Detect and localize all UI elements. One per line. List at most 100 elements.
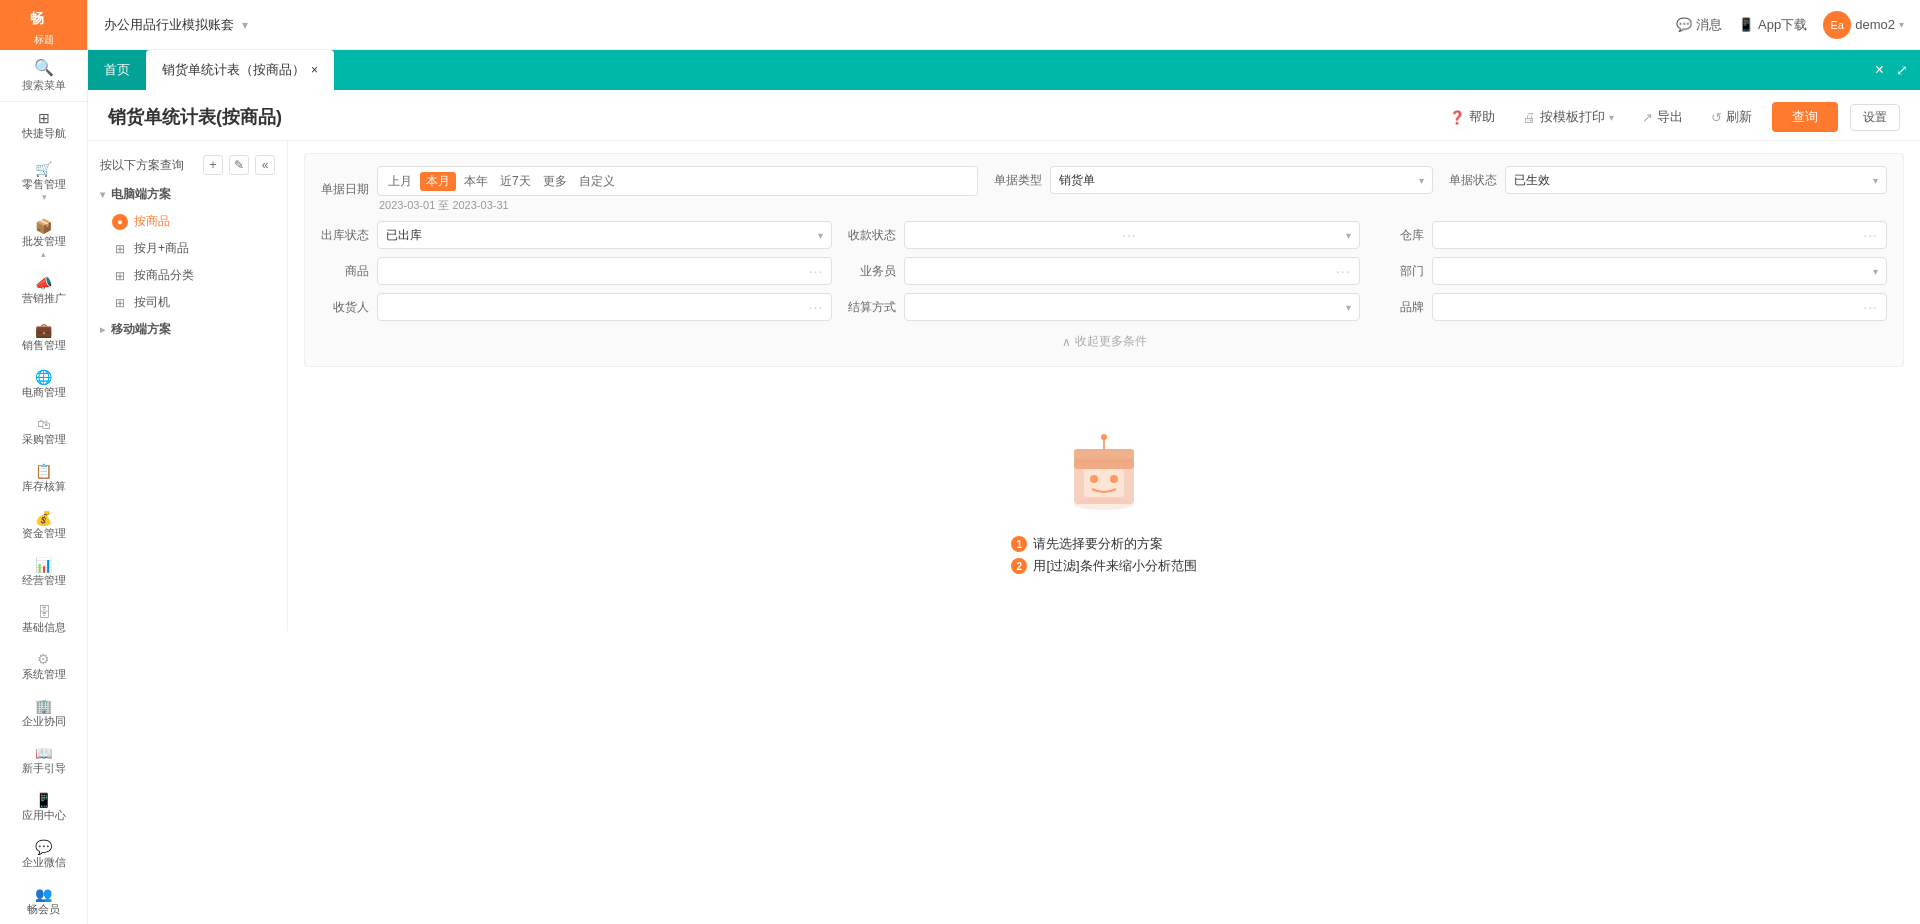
receivestatus-input[interactable]: ··· ▾ — [904, 221, 1359, 249]
sidebar-item-guide[interactable]: 📖 新手引导 — [0, 737, 87, 784]
tab-stats[interactable]: 销货单统计表（按商品） × — [146, 50, 334, 90]
date-btn-lastmonth[interactable]: 上月 — [384, 172, 416, 191]
collapse-panel-btn[interactable]: « — [255, 155, 275, 175]
filter-col-warehouse: 仓库 ··· — [1376, 221, 1887, 249]
sidebar-item-finance[interactable]: 💰 资金管理 — [0, 502, 87, 549]
date-btn-more[interactable]: 更多 — [539, 172, 571, 191]
message-btn[interactable]: 💬 消息 — [1676, 16, 1722, 34]
brand-input[interactable]: ··· — [1432, 293, 1887, 321]
doctype-input[interactable]: 销货单 ▾ — [1050, 166, 1432, 194]
filter-col-receiver: 收货人 ··· — [321, 293, 832, 321]
help-icon: ❓ — [1449, 110, 1465, 125]
tree-group-mobile[interactable]: ▸ 移动端方案 — [88, 316, 287, 343]
svg-text:畅: 畅 — [30, 10, 44, 26]
settings-btn[interactable]: 设置 — [1850, 104, 1900, 131]
enterprise-icon: 🏢 — [35, 698, 52, 714]
sidebar-item-ecommerce[interactable]: 🌐 电商管理 — [0, 361, 87, 408]
help-btn[interactable]: ❓ 帮助 — [1441, 104, 1503, 130]
collapse-chevron-icon: ∧ — [1062, 335, 1071, 349]
sidebar-item-system[interactable]: ⚙ 系统管理 — [0, 643, 87, 690]
system-icon: ⚙ — [37, 651, 50, 667]
doctype-label: 单据类型 — [994, 172, 1042, 189]
retail-icon: 🛒 — [35, 161, 52, 177]
tab-bar-actions: × ⤢ — [1863, 61, 1920, 79]
operations-label: 经营管理 — [22, 573, 66, 588]
date-btn-thisyear[interactable]: 本年 — [460, 172, 492, 191]
page-header: 销货单统计表(按商品) ❓ 帮助 🖨 按模板打印 ▾ ↗ 导出 ↺ 刷新 — [88, 90, 1920, 141]
app-download-btn[interactable]: 📱 App下载 — [1738, 16, 1807, 34]
filter-section: 单据日期 上月 本月 本年 近7天 更多 自定义 20 — [304, 153, 1904, 367]
left-panel-actions: + ✎ « — [203, 155, 275, 175]
tab-window-maximize[interactable]: ⤢ — [1896, 62, 1908, 78]
sidebar-item-operations[interactable]: 📊 经营管理 — [0, 549, 87, 596]
tree-item-bygoodscategory[interactable]: ⊞ 按商品分类 — [88, 262, 287, 289]
export-btn[interactable]: ↗ 导出 — [1634, 104, 1691, 130]
salesperson-input[interactable]: ··· — [904, 257, 1359, 285]
outstatus-value: 已出库 — [386, 227, 422, 244]
sidebar-item-enterprise[interactable]: 🏢 企业协同 — [0, 690, 87, 737]
outstatus-input[interactable]: 已出库 ▾ — [377, 221, 832, 249]
sidebar-item-inventory[interactable]: 📋 库存核算 — [0, 455, 87, 502]
sidebar-item-marketing[interactable]: 📣 营销推广 — [0, 267, 87, 314]
sidebar-item-procurement[interactable]: 🛍 采购管理 — [0, 408, 87, 455]
date-btn-custom[interactable]: 自定义 — [575, 172, 619, 191]
dept-input[interactable]: ▾ — [1432, 257, 1887, 285]
doctype-value: 销货单 — [1059, 172, 1095, 189]
sidebar-item-wholesale[interactable]: 📦 批发管理 ▴ — [0, 210, 87, 267]
docstatus-input[interactable]: 已生效 ▾ — [1505, 166, 1887, 194]
sidebar-item-retail[interactable]: 🛒 零售管理 ▾ — [0, 153, 87, 210]
empty-state: 1 请先选择要分析的方案 2 用[过滤]条件来缩小分析范围 — [304, 379, 1904, 619]
refresh-label: 刷新 — [1726, 108, 1752, 126]
sidebar-item-appcenter[interactable]: 📱 应用中心 — [0, 784, 87, 831]
tab-window-close[interactable]: × — [1875, 61, 1884, 79]
system-label: 系统管理 — [22, 667, 66, 682]
message-label: 消息 — [1696, 16, 1722, 34]
tree-group-desktop[interactable]: ▾ 电脑端方案 — [88, 181, 287, 208]
refresh-btn[interactable]: ↺ 刷新 — [1703, 104, 1760, 130]
add-scheme-btn[interactable]: + — [203, 155, 223, 175]
main-area: 办公用品行业模拟账套 ▾ 💬 消息 📱 App下载 Ea demo2 ▾ 首 — [88, 0, 1920, 924]
salesperson-dots: ··· — [1336, 263, 1351, 279]
inventory-label: 库存核算 — [22, 479, 66, 494]
member-label: 畅会员 — [27, 902, 60, 917]
tree-item-bymonthgoods-label: 按月+商品 — [134, 240, 189, 257]
sidebar-item-member[interactable]: 👥 畅会员 — [0, 878, 87, 924]
suite-title: 办公用品行业模拟账套 — [104, 16, 234, 34]
filter-col-payment: 结算方式 ▾ — [848, 293, 1359, 321]
tree-item-bymonthgoods[interactable]: ⊞ 按月+商品 — [88, 235, 287, 262]
sales-label: 销售管理 — [22, 338, 66, 353]
query-btn[interactable]: 查询 — [1772, 102, 1838, 132]
edit-scheme-btn[interactable]: ✎ — [229, 155, 249, 175]
user-menu-btn[interactable]: Ea demo2 ▾ — [1823, 11, 1904, 39]
filter-col-salesperson: 业务员 ··· — [848, 257, 1359, 285]
svg-point-10 — [1101, 434, 1107, 440]
tab-home[interactable]: 首页 — [88, 50, 146, 90]
print-btn[interactable]: 🖨 按模板打印 ▾ — [1515, 104, 1622, 130]
tab-stats-close[interactable]: × — [311, 63, 318, 77]
operations-icon: 📊 — [35, 557, 52, 573]
empty-item-1: 1 请先选择要分析的方案 — [1011, 535, 1196, 553]
goods-input[interactable]: ··· — [377, 257, 832, 285]
quicknav-label: 快捷导航 — [22, 126, 66, 141]
date-btn-thismonth[interactable]: 本月 — [420, 172, 456, 191]
sidebar-item-basic[interactable]: 🗄 基础信息 — [0, 596, 87, 643]
tree-item-bygoods[interactable]: ● 按商品 — [88, 208, 287, 235]
warehouse-label: 仓库 — [1376, 227, 1424, 244]
search-menu-item[interactable]: 🔍 🔍 搜索菜单 — [0, 50, 87, 102]
payment-input[interactable]: ▾ — [904, 293, 1359, 321]
content-area: 销货单统计表(按商品) ❓ 帮助 🖨 按模板打印 ▾ ↗ 导出 ↺ 刷新 — [88, 90, 1920, 924]
sidebar-item-quicknav[interactable]: ⊞ 快捷导航 — [0, 102, 87, 149]
doctype-arrow: ▾ — [1419, 175, 1424, 186]
warehouse-input[interactable]: ··· — [1432, 221, 1887, 249]
header-right: 💬 消息 📱 App下载 Ea demo2 ▾ — [1676, 11, 1904, 39]
filter-col-date: 单据日期 上月 本月 本年 近7天 更多 自定义 20 — [321, 166, 978, 213]
tree-item-bycopier[interactable]: ⊞ 按司机 — [88, 289, 287, 316]
filter-col-doctype: 单据类型 销货单 ▾ — [994, 166, 1432, 194]
sidebar-item-sales[interactable]: 💼 销售管理 — [0, 314, 87, 361]
sidebar-item-wechat[interactable]: 💬 企业微信 — [0, 831, 87, 878]
tab-bar: 首页 销货单统计表（按商品） × × ⤢ — [88, 50, 1920, 90]
collapse-bar[interactable]: ∧ 收起更多条件 — [321, 329, 1887, 354]
date-btn-7days[interactable]: 近7天 — [496, 172, 535, 191]
receiver-input[interactable]: ··· — [377, 293, 832, 321]
top-header: 办公用品行业模拟账套 ▾ 💬 消息 📱 App下载 Ea demo2 ▾ — [88, 0, 1920, 50]
